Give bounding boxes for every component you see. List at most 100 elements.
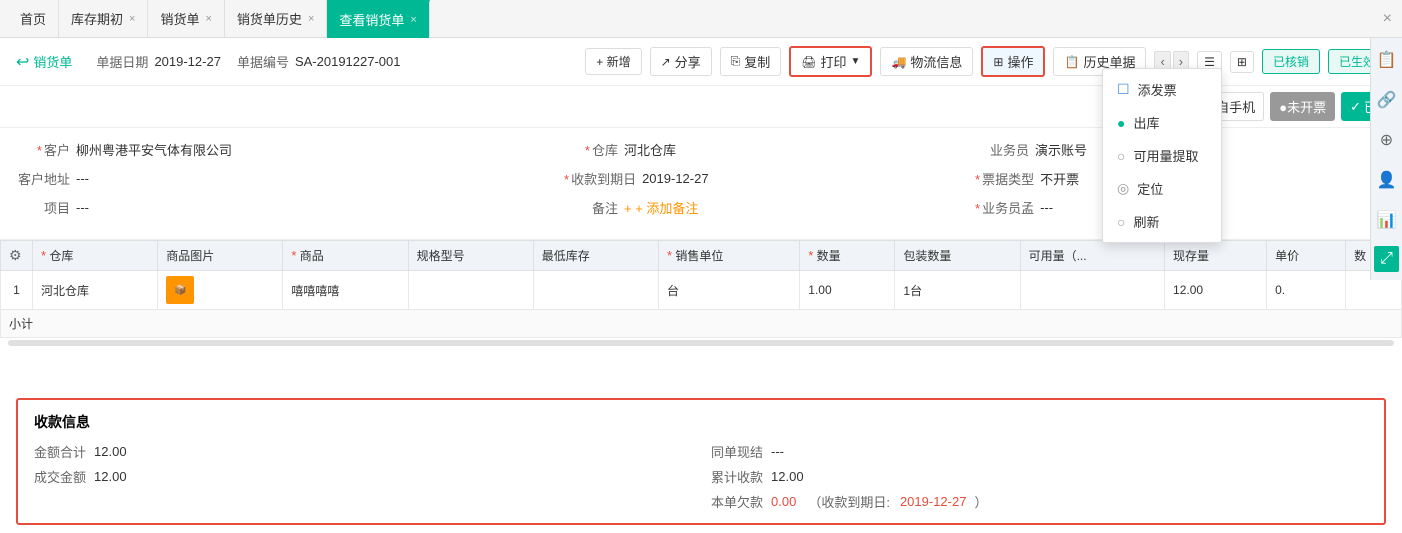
transaction-value: 12.00 — [94, 469, 127, 484]
ticket-type-value: 不开票 — [1040, 169, 1079, 188]
date-label: 单据日期 — [96, 52, 148, 71]
row-pack-qty: 1台 — [895, 271, 1020, 310]
logistics-button[interactable]: 🚚 物流信息 — [880, 47, 973, 76]
sidebar-icon-3[interactable]: ⊕ — [1376, 126, 1397, 154]
product-table: ⚙ * 仓库 商品图片 * 商品 规格型号 最低库存 * 销售单位 * 数量 包… — [0, 240, 1402, 338]
customer-label: 客户 — [16, 140, 76, 159]
payment-info-box: 收款信息 金额合计 12.00 成交金额 12.00 同单现结 --- — [16, 398, 1386, 525]
doc-actions: + 新增 ↗ 分享 ⎘ 复制 🖨 打印 ▼ 🚚 物流信息 — [585, 46, 1386, 77]
print-label: 打印 — [821, 52, 847, 71]
settings-icon[interactable]: ⚙ — [9, 247, 22, 263]
close-icon-view[interactable]: × — [410, 14, 416, 26]
number-label: 单据编号 — [237, 52, 289, 71]
operation-dropdown: ☐ 添发票 ● 出库 ○ 可用量提取 ◎ 定位 ○ 刷新 — [1102, 68, 1222, 243]
col-image: 商品图片 — [158, 241, 283, 271]
debt-note: （收款到期日: — [808, 492, 890, 511]
col-warehouse: * 仓库 — [33, 241, 158, 271]
outbound-label: 出库 — [1133, 113, 1159, 132]
extract-icon: ○ — [1117, 148, 1125, 164]
not-open-label: ●未开票 — [1279, 97, 1326, 116]
share-button[interactable]: ↗ 分享 — [650, 47, 712, 76]
row-unit: 台 — [658, 271, 799, 310]
row-warehouse: 河北仓库 — [33, 271, 158, 310]
row-available — [1020, 271, 1164, 310]
notes-field: 备注 + + 添加备注 — [564, 198, 975, 217]
same-bill-label: 同单现结 — [711, 442, 763, 461]
address-value: --- — [76, 171, 89, 186]
debt-value: 0.00 — [771, 494, 796, 509]
tab-sales-order[interactable]: 销货单 × — [148, 0, 224, 38]
tab-inventory-label: 库存期初 — [71, 9, 123, 28]
subtotal-row: 小计 — [1, 310, 1402, 338]
customer-value: 柳州粤港平安气体有限公司 — [76, 140, 232, 159]
not-open-button[interactable]: ●未开票 — [1270, 92, 1335, 121]
share-icon: ↗ — [661, 55, 671, 69]
due-date-value: 2019-12-27 — [642, 171, 709, 186]
tab-inventory-init[interactable]: 库存期初 × — [59, 0, 148, 38]
sidebar-icon-1[interactable]: 📋 — [1373, 46, 1401, 74]
refresh-label: 刷新 — [1133, 212, 1159, 231]
staff-label: 业务员 — [975, 140, 1035, 159]
total-amount-row: 金额合计 12.00 — [34, 442, 691, 461]
product-image: 📦 — [166, 276, 194, 304]
row-unit-price: 0. — [1267, 271, 1346, 310]
total-amount-label: 金额合计 — [34, 442, 86, 461]
tab-sales-history[interactable]: 销货单历史 × — [225, 0, 327, 38]
close-icon-sales[interactable]: × — [205, 13, 211, 25]
sold-badge: 已核销 — [1262, 49, 1320, 74]
print-icon: 🖨 — [801, 55, 816, 69]
operation-button[interactable]: ⊞ 操作 — [981, 46, 1045, 77]
tab-view-sales[interactable]: 查看销货单 × — [327, 0, 429, 38]
col-product: * 商品 — [283, 241, 408, 271]
tab-home-label: 首页 — [20, 9, 46, 28]
tab-view-label: 查看销货单 — [339, 10, 404, 29]
col-quantity: * 数量 — [800, 241, 895, 271]
dropdown-outbound[interactable]: ● 出库 — [1103, 106, 1221, 139]
copy-button[interactable]: ⎘ 复制 — [720, 47, 782, 76]
add-notes-icon: + — [624, 201, 632, 216]
add-notes-button[interactable]: + + 添加备注 — [624, 198, 698, 217]
dropdown-refresh[interactable]: ○ 刷新 — [1103, 205, 1221, 238]
col-current-stock: 现存量 — [1165, 241, 1267, 271]
window-close-button[interactable]: × — [1383, 10, 1392, 28]
sidebar-icon-2[interactable]: 🔗 — [1373, 86, 1401, 114]
total-amount-value: 12.00 — [94, 444, 127, 459]
col-unit-price: 单价 — [1267, 241, 1346, 271]
tab-sales-label: 销货单 — [160, 9, 199, 28]
invoice-icon: ☐ — [1117, 81, 1130, 98]
close-icon-inventory[interactable]: × — [129, 13, 135, 25]
doc-number-field: 单据编号 SA-20191227-001 — [237, 52, 401, 71]
col-settings[interactable]: ⚙ — [1, 241, 33, 271]
logistics-label: 物流信息 — [910, 52, 962, 71]
doc-icon: ↩ — [16, 52, 29, 72]
salesperson-label: 业务员孟 — [975, 198, 1040, 217]
grid-view-button[interactable]: ⊞ — [1230, 51, 1254, 73]
sidebar-icon-4[interactable]: 👤 — [1373, 166, 1401, 194]
dropdown-locate[interactable]: ◎ 定位 — [1103, 172, 1221, 205]
dropdown-available-extract[interactable]: ○ 可用量提取 — [1103, 139, 1221, 172]
project-value: --- — [76, 200, 89, 215]
address-field: 客户地址 --- — [16, 169, 564, 188]
dropdown-add-invoice[interactable]: ☐ 添发票 — [1103, 73, 1221, 106]
tab-home[interactable]: 首页 — [8, 0, 59, 38]
project-field: 项目 --- — [16, 198, 564, 217]
sidebar-icon-5[interactable]: 📊 — [1373, 206, 1401, 234]
warehouse-field: 仓库 河北仓库 — [564, 140, 975, 159]
add-invoice-label: 添发票 — [1138, 80, 1177, 99]
cumulative-value: 12.00 — [771, 469, 804, 484]
tab-bar: 首页 库存期初 × 销货单 × 销货单历史 × 查看销货单 × × — [0, 0, 1402, 38]
close-icon-history[interactable]: × — [308, 13, 314, 25]
new-button[interactable]: + 新增 — [585, 48, 641, 75]
debt-label: 本单欠款 — [711, 492, 763, 511]
sidebar-expand-icon[interactable]: ⤢ — [1374, 246, 1399, 272]
doc-meta: 单据日期 2019-12-27 单据编号 SA-20191227-001 — [96, 52, 585, 71]
right-sidebar: 📋 🔗 ⊕ 👤 📊 ⤢ — [1370, 38, 1402, 280]
add-notes-label: + 添加备注 — [635, 201, 698, 216]
copy-label: 复制 — [744, 52, 770, 71]
same-bill-row: 同单现结 --- — [711, 442, 1368, 461]
print-button[interactable]: 🖨 打印 ▼ — [789, 46, 872, 77]
customer-field: 客户 柳州粤港平安气体有限公司 — [16, 140, 564, 159]
salesperson-value: --- — [1040, 200, 1053, 215]
horizontal-scrollbar[interactable] — [8, 340, 1394, 346]
number-value: SA-20191227-001 — [295, 54, 401, 69]
